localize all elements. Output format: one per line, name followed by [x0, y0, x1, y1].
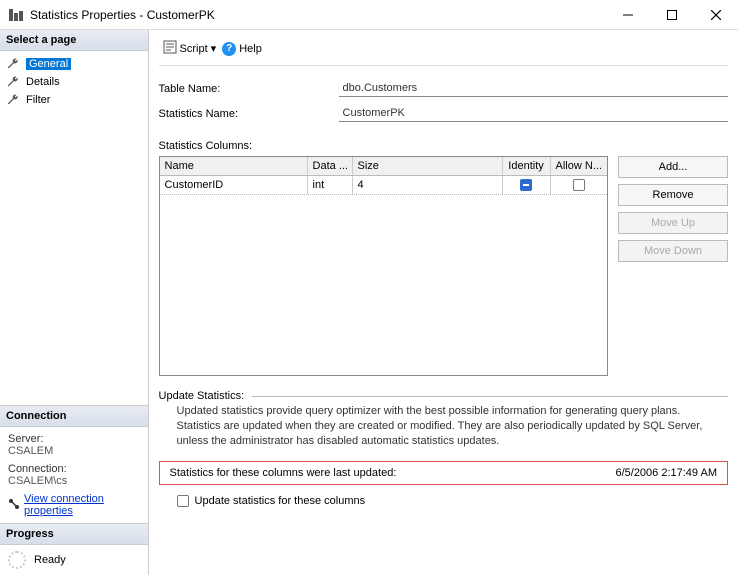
- grid-col-size[interactable]: Size: [353, 157, 503, 175]
- divider: [252, 396, 728, 397]
- last-updated-box: Statistics for these columns were last u…: [159, 461, 728, 485]
- progress-spinner-icon: [8, 551, 26, 569]
- table-name-field[interactable]: dbo.Customers: [339, 80, 728, 97]
- last-updated-value: 6/5/2006 2:17:49 AM: [615, 467, 717, 479]
- connection-header: Connection: [0, 405, 148, 427]
- grid-col-name[interactable]: Name: [160, 157, 308, 175]
- last-updated-label: Statistics for these columns were last u…: [170, 467, 397, 479]
- link-label: View connection properties: [24, 493, 140, 517]
- update-statistics-checkbox-label: Update statistics for these columns: [195, 495, 366, 507]
- sidebar-item-details[interactable]: Details: [0, 73, 148, 91]
- help-label: Help: [239, 43, 262, 55]
- sidebar-item-label: General: [26, 58, 71, 70]
- wrench-icon: [6, 75, 20, 89]
- add-button[interactable]: Add...: [618, 156, 728, 178]
- maximize-button[interactable]: [650, 0, 694, 30]
- sidebar-item-filter[interactable]: Filter: [0, 91, 148, 109]
- grid-header: Name Data ... Size Identity Allow N...: [160, 157, 607, 176]
- view-connection-properties-link[interactable]: View connection properties: [8, 493, 140, 517]
- update-statistics-label: Update Statistics:: [159, 390, 245, 402]
- cell-size: 4: [353, 176, 503, 194]
- table-name-label: Table Name:: [159, 83, 339, 95]
- progress-status: Ready: [34, 554, 66, 566]
- statistics-columns-grid[interactable]: Name Data ... Size Identity Allow N... C…: [159, 156, 608, 376]
- titlebar: Statistics Properties - CustomerPK: [0, 0, 738, 30]
- statistics-name-label: Statistics Name:: [159, 108, 339, 120]
- wrench-icon: [6, 57, 20, 71]
- connection-value: CSALEM\cs: [8, 475, 140, 487]
- remove-button[interactable]: Remove: [618, 184, 728, 206]
- sidebar: Select a page General Details Filter Con…: [0, 30, 149, 575]
- table-row[interactable]: CustomerID int 4: [160, 176, 607, 195]
- script-label: Script: [180, 43, 208, 55]
- server-label: Server:: [8, 433, 140, 445]
- checkbox-icon: [520, 179, 532, 191]
- script-icon: [163, 40, 177, 57]
- move-down-button: Move Down: [618, 240, 728, 262]
- help-icon: ?: [222, 42, 236, 56]
- checkbox-icon: [573, 179, 585, 191]
- grid-col-datatype[interactable]: Data ...: [308, 157, 353, 175]
- sidebar-item-general[interactable]: General: [0, 55, 148, 73]
- content-area: Script ▾ ? Help Table Name: dbo.Customer…: [149, 30, 738, 575]
- window-title: Statistics Properties - CustomerPK: [30, 8, 606, 22]
- cell-allownull: [551, 176, 607, 194]
- wrench-icon: [6, 93, 20, 107]
- toolbar: Script ▾ ? Help: [159, 40, 728, 66]
- close-button[interactable]: [694, 0, 738, 30]
- update-statistics-checkbox[interactable]: [177, 495, 189, 507]
- connection-icon: [8, 498, 20, 513]
- cell-identity: [503, 176, 551, 194]
- progress-header: Progress: [0, 523, 148, 545]
- app-icon: [8, 7, 24, 23]
- update-statistics-description: Updated statistics provide query optimiz…: [159, 402, 728, 457]
- server-value: CSALEM: [8, 445, 140, 457]
- chevron-down-icon: ▾: [211, 42, 217, 55]
- cell-name: CustomerID: [160, 176, 308, 194]
- help-button[interactable]: ? Help: [222, 42, 262, 56]
- grid-col-allownull[interactable]: Allow N...: [551, 157, 607, 175]
- sidebar-item-label: Filter: [26, 94, 50, 106]
- grid-col-identity[interactable]: Identity: [503, 157, 551, 175]
- statistics-name-field[interactable]: CustomerPK: [339, 105, 728, 122]
- sidebar-item-label: Details: [26, 76, 60, 88]
- select-page-header: Select a page: [0, 30, 148, 51]
- move-up-button: Move Up: [618, 212, 728, 234]
- statistics-columns-label: Statistics Columns:: [159, 140, 728, 152]
- cell-datatype: int: [308, 176, 353, 194]
- connection-label: Connection:: [8, 463, 140, 475]
- script-button[interactable]: Script ▾: [163, 40, 217, 57]
- minimize-button[interactable]: [606, 0, 650, 30]
